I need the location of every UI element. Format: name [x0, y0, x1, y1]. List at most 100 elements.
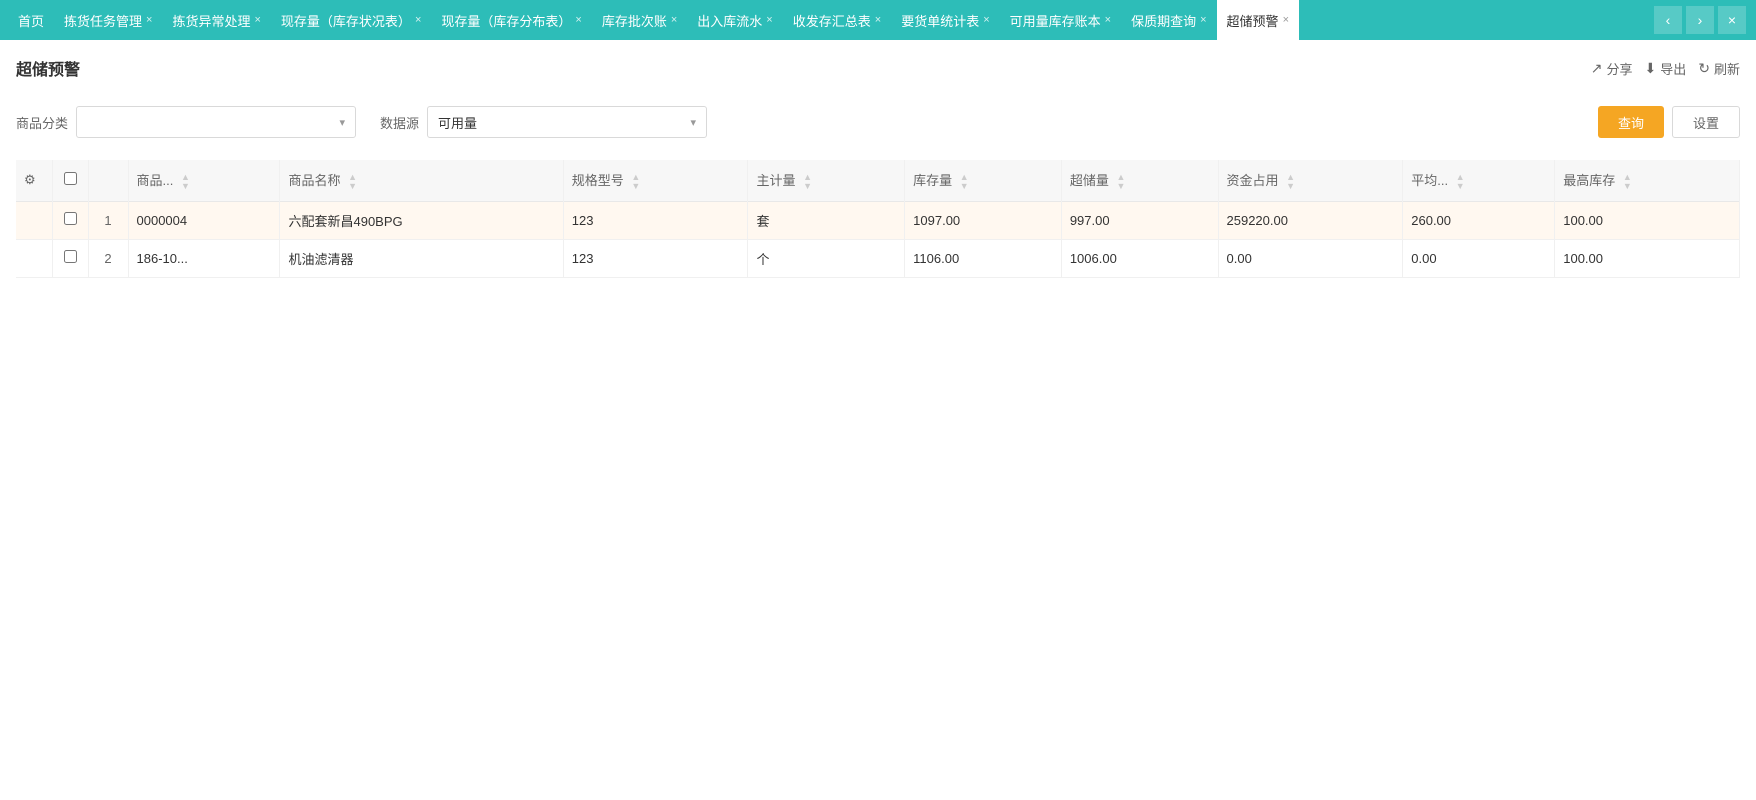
avg-sort-icon: ▲▼ [1456, 173, 1465, 191]
nav-close-requisition[interactable]: × [983, 14, 989, 26]
nav-left-arrow[interactable]: ‹ [1654, 6, 1682, 34]
datasource-select[interactable]: 可用量 ▾ [427, 106, 707, 138]
nav-item-expiry[interactable]: 保质期查询 × [1121, 0, 1216, 40]
row-gear-cell [16, 239, 52, 277]
stock-column-header[interactable]: 库存量 ▲▼ [905, 160, 1062, 201]
row-checkbox-cell[interactable] [52, 201, 88, 239]
nav-close-expiry[interactable]: × [1200, 14, 1206, 26]
row-product-code: 0000004 [128, 201, 280, 239]
filter-actions: 查询 设置 [1598, 106, 1740, 138]
share-icon: ↗ [1591, 60, 1603, 77]
stock-sort-icon: ▲▼ [960, 173, 969, 191]
category-chevron-icon: ▾ [339, 116, 345, 129]
refresh-button[interactable]: ↻ 刷新 [1698, 59, 1740, 78]
nav-item-available[interactable]: 可用量库存账本 × [1000, 0, 1121, 40]
nav-arrows: ‹ › × [1652, 6, 1748, 34]
nav-close-available[interactable]: × [1105, 14, 1111, 26]
row-stock: 1106.00 [905, 239, 1062, 277]
datasource-chevron-icon: ▾ [691, 116, 697, 129]
row-checkbox-cell[interactable] [52, 239, 88, 277]
nav-item-task[interactable]: 拣货任务管理 × [54, 0, 162, 40]
table-header-row: ⚙ 商品... ▲▼ 商品名称 ▲▼ 规格型号 ▲▼ [16, 160, 1740, 201]
row-overstock: 997.00 [1061, 201, 1218, 239]
row-checkbox[interactable] [64, 250, 77, 263]
nav-close-task[interactable]: × [146, 14, 152, 26]
select-all-checkbox[interactable] [64, 172, 77, 185]
spec-column-header[interactable]: 规格型号 ▲▼ [563, 160, 748, 201]
row-spec: 123 [563, 239, 748, 277]
filter-row: 商品分类 ▾ 数据源 可用量 ▾ 查询 设置 [16, 96, 1740, 148]
row-number: 1 [88, 201, 128, 239]
data-table: ⚙ 商品... ▲▼ 商品名称 ▲▼ 规格型号 ▲▼ [16, 160, 1740, 278]
product-code-column-header[interactable]: 商品... ▲▼ [128, 160, 280, 201]
category-select[interactable]: ▾ [76, 106, 356, 138]
row-product-name: 六配套新昌490BPG [280, 201, 563, 239]
nav-item-flow[interactable]: 出入库流水 × [687, 0, 782, 40]
row-max-stock: 100.00 [1555, 239, 1740, 277]
query-button[interactable]: 查询 [1598, 106, 1664, 138]
row-checkbox[interactable] [64, 212, 77, 225]
row-unit: 套 [748, 201, 905, 239]
refresh-icon: ↻ [1698, 60, 1710, 77]
unit-sort-icon: ▲▼ [803, 173, 812, 191]
nav-close-batch[interactable]: × [671, 14, 677, 26]
row-spec: 123 [563, 201, 748, 239]
row-gear-cell [16, 201, 52, 239]
avg-column-header[interactable]: 平均... ▲▼ [1403, 160, 1555, 201]
capital-column-header[interactable]: 资金占用 ▲▼ [1218, 160, 1403, 201]
main-content: 超储预警 ↗ 分享 ⬇ 导出 ↻ 刷新 商品分类 ▾ 数据源 [0, 40, 1756, 800]
datasource-label: 数据源 [380, 113, 419, 132]
nav-item-summary[interactable]: 收发存汇总表 × [783, 0, 891, 40]
category-label: 商品分类 [16, 113, 68, 132]
nav-close-all[interactable]: × [1718, 6, 1746, 34]
nav-item-abnormal[interactable]: 拣货异常处理 × [162, 0, 270, 40]
nav-item-batch[interactable]: 库存批次账 × [592, 0, 687, 40]
row-number: 2 [88, 239, 128, 277]
checkbox-column-header[interactable] [52, 160, 88, 201]
nav-close-stock-dist[interactable]: × [575, 14, 581, 26]
unit-column-header[interactable]: 主计量 ▲▼ [748, 160, 905, 201]
nav-item-stock-dist[interactable]: 现存量（库存分布表） × [431, 0, 591, 40]
nav-close-overstock[interactable]: × [1283, 14, 1289, 26]
row-overstock: 1006.00 [1061, 239, 1218, 277]
nav-item-overstock[interactable]: 超储预警 × [1217, 0, 1299, 40]
header-actions: ↗ 分享 ⬇ 导出 ↻ 刷新 [1591, 59, 1740, 78]
category-filter: 商品分类 ▾ [16, 106, 356, 138]
row-product-code: 186-10... [128, 239, 280, 277]
product-code-sort-icon: ▲▼ [181, 173, 190, 191]
export-button[interactable]: ⬇ 导出 [1645, 59, 1687, 78]
overstock-column-header[interactable]: 超储量 ▲▼ [1061, 160, 1218, 201]
page-header: 超储预警 ↗ 分享 ⬇ 导出 ↻ 刷新 [16, 56, 1740, 80]
row-capital: 259220.00 [1218, 201, 1403, 239]
nav-item-stock-status[interactable]: 现存量（库存状况表） × [271, 0, 431, 40]
datasource-filter: 数据源 可用量 ▾ [380, 106, 707, 138]
datasource-value: 可用量 [438, 113, 477, 132]
top-navigation: 首页 拣货任务管理 × 拣货异常处理 × 现存量（库存状况表） × 现存量（库存… [0, 0, 1756, 40]
gear-column-header[interactable]: ⚙ [16, 160, 52, 201]
nav-item-requisition[interactable]: 要货单统计表 × [891, 0, 999, 40]
overstock-sort-icon: ▲▼ [1116, 173, 1125, 191]
nav-close-summary[interactable]: × [875, 14, 881, 26]
row-avg: 0.00 [1403, 239, 1555, 277]
product-name-sort-icon: ▲▼ [348, 173, 357, 191]
settings-button[interactable]: 设置 [1672, 106, 1740, 138]
max-stock-column-header[interactable]: 最高库存 ▲▼ [1555, 160, 1740, 201]
table-row: 1 0000004 六配套新昌490BPG 123 套 1097.00 997.… [16, 201, 1740, 239]
row-avg: 260.00 [1403, 201, 1555, 239]
row-unit: 个 [748, 239, 905, 277]
nav-right-arrow[interactable]: › [1686, 6, 1714, 34]
gear-icon: ⚙ [24, 172, 36, 187]
nav-close-flow[interactable]: × [766, 14, 772, 26]
export-icon: ⬇ [1645, 60, 1657, 77]
row-product-name: 机油滤清器 [280, 239, 563, 277]
row-num-column-header [88, 160, 128, 201]
nav-close-abnormal[interactable]: × [254, 14, 260, 26]
product-name-column-header[interactable]: 商品名称 ▲▼ [280, 160, 563, 201]
row-stock: 1097.00 [905, 201, 1062, 239]
row-capital: 0.00 [1218, 239, 1403, 277]
capital-sort-icon: ▲▼ [1286, 173, 1295, 191]
nav-item-home[interactable]: 首页 [8, 0, 54, 40]
nav-close-stock-status[interactable]: × [415, 14, 421, 26]
spec-sort-icon: ▲▼ [631, 173, 640, 191]
share-button[interactable]: ↗ 分享 [1591, 59, 1633, 78]
